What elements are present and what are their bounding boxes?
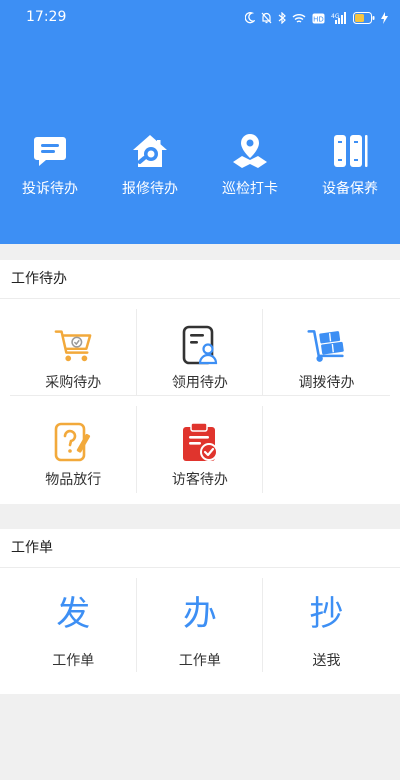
quick-label: 投诉待办 [22,181,78,197]
workorder-handled[interactable]: 办 工作单 [137,568,264,682]
battery-icon [353,12,375,24]
todo-label: 采购待办 [45,375,102,391]
cart-icon [53,324,93,366]
todo-goods-release[interactable]: 物品放行 [10,396,137,493]
svg-text:4G: 4G [331,13,340,20]
question-edit-icon [53,421,93,463]
quick-inspection-checkin[interactable]: 巡检打卡 [200,132,300,202]
todo-empty-cell [263,396,390,493]
todo-label: 访客待办 [171,472,228,488]
workorder-grid: 发 工作单 办 工作单 抄 送我 [0,568,400,682]
hd-icon: HD [312,13,325,23]
section-title: 工作待办 [0,260,400,299]
todo-visitor[interactable]: 访客待办 [137,396,264,493]
status-icons: HD 4G [245,9,388,27]
todo-purchase[interactable]: 采购待办 [10,299,137,396]
map-pin-icon [231,132,269,170]
quick-label: 报修待办 [122,181,178,197]
workorder-glyph: 办 [182,594,217,634]
todo-label: 调拨待办 [298,375,355,391]
status-time: 17:29 [26,9,67,25]
todo-transfer[interactable]: 调拨待办 [263,299,390,396]
moon-icon [245,12,255,24]
clipboard-check-icon [180,421,220,463]
quick-repair-todo[interactable]: 报修待办 [100,132,200,202]
house-wrench-icon [131,132,169,170]
workorder-label: 工作单 [52,653,95,669]
section-title: 工作单 [0,529,400,568]
header-banner: 17:29 HD 4G 投诉待办 报修待办 巡检打卡 设备保养 [0,0,400,244]
todo-requisition[interactable]: 领用待办 [136,299,264,396]
quick-label: 设备保养 [322,181,378,197]
signal-icon: 4G [331,12,346,24]
quick-label: 巡检打卡 [222,181,278,197]
workorder-glyph: 发 [56,594,91,634]
charging-icon [381,12,388,24]
quick-equipment-maintenance[interactable]: 设备保养 [300,132,400,202]
todo-label: 领用待办 [171,375,228,391]
bell-off-icon [261,12,272,24]
document-user-icon [180,324,220,366]
quick-actions: 投诉待办 报修待办 巡检打卡 设备保养 [0,132,400,202]
hand-truck-icon [306,324,346,366]
quick-complaint-todo[interactable]: 投诉待办 [0,132,100,202]
workorder-issued[interactable]: 发 工作单 [10,568,137,682]
workorder-label: 送我 [312,653,341,669]
todo-section: 工作待办 采购待办 领用待办 调拨待办 物品放行 访客待办 [0,260,400,504]
todo-grid-row-2: 物品放行 访客待办 [0,396,400,493]
status-bar: 17:29 HD 4G [0,0,400,36]
workorder-cc-me[interactable]: 抄 送我 [263,568,390,682]
workorder-label: 工作单 [178,653,221,669]
todo-label: 物品放行 [45,472,102,488]
svg-text:HD: HD [313,15,324,23]
chat-icon [31,132,69,170]
device-icon [331,132,369,170]
workorder-glyph: 抄 [309,594,344,634]
bluetooth-icon [278,12,286,24]
wifi-icon [292,13,306,23]
todo-grid-row-1: 采购待办 领用待办 调拨待办 [0,299,400,396]
workorder-section: 工作单 发 工作单 办 工作单 抄 送我 [0,529,400,694]
